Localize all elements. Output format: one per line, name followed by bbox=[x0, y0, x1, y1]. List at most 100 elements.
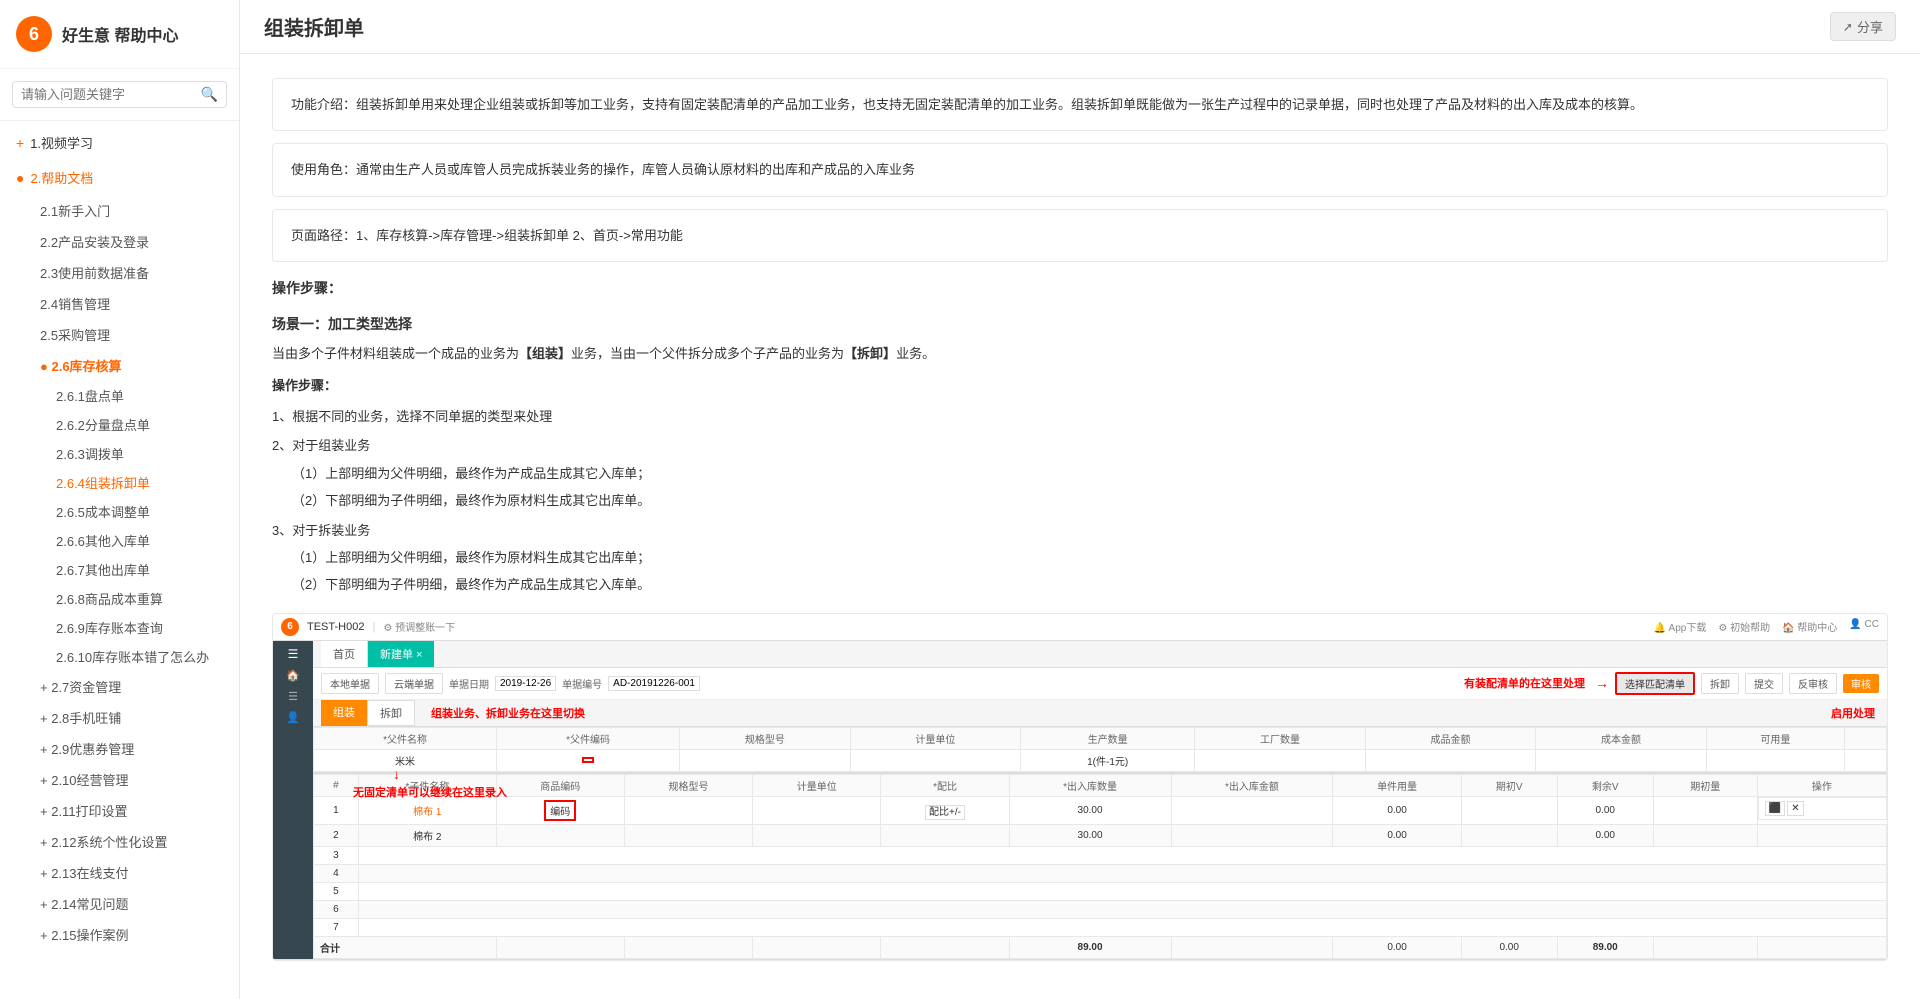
sidebar-item-onlinepay[interactable]: + 2.13在线支付 bbox=[32, 857, 239, 888]
step3-sub1: （1）上部明细为父件明细，最终作为原材料生成其它出库单； bbox=[292, 546, 1888, 569]
lower-row-3: 3 bbox=[314, 846, 1887, 864]
app-home-icon[interactable]: 🏠 bbox=[286, 669, 300, 682]
step2: 2、对于组装业务 （1）上部明细为父件明细，最终作为产成品生成其它入库单； （2… bbox=[272, 434, 1888, 512]
path-block: 页面路径：1、库存核算->库存管理->组装拆卸单 2、首页->常用功能 bbox=[272, 209, 1888, 262]
app-btn-submit[interactable]: 提交 bbox=[1745, 673, 1783, 694]
sidebar-item-costadj[interactable]: 2.6.5成本调整单 bbox=[48, 497, 239, 526]
lower-row-5: 5 bbox=[314, 882, 1887, 900]
app-company: TEST-H002 bbox=[307, 621, 364, 633]
app-store: ⚙ 预调整账一下 bbox=[383, 619, 455, 634]
logo-icon: 6 bbox=[16, 16, 52, 52]
collapse-icon: ● bbox=[16, 170, 24, 186]
sidebar-item-stockcheck[interactable]: 2.6.9库存账本查询 bbox=[48, 613, 239, 642]
intro-block: 功能介绍：组装拆卸单用来处理企业组装或拆卸等加工业务，支持有固定装配清单的产品加… bbox=[272, 78, 1888, 131]
app-sidebar-icons: ☰ 🏠 ☰ 👤 bbox=[273, 641, 313, 959]
lower-copy-btn-1[interactable]: ⬛ bbox=[1765, 801, 1785, 816]
sidebar-item-install[interactable]: 2.2产品安装及登录 bbox=[32, 226, 239, 257]
lower-ratio-input-1[interactable]: 配比+/- bbox=[925, 805, 965, 820]
sidebar-item-purchase[interactable]: 2.5采购管理 bbox=[32, 319, 239, 350]
scenario-desc: 当由多个子件材料组装成一个成品的业务为【组装】业务，当由一个父件拆分成多个子产品… bbox=[272, 342, 1888, 365]
app-list-icon[interactable]: ☰ bbox=[288, 690, 298, 703]
lower-footer: 合计 89.00 0.00 0.00 bbox=[314, 936, 1887, 958]
upper-col-factqty: 工厂数量 bbox=[1195, 727, 1366, 749]
sidebar-item-adjust[interactable]: 2.6.3调拨单 bbox=[48, 439, 239, 468]
app-btn-reverse[interactable]: 反审核 bbox=[1789, 673, 1837, 694]
upper-col-name: *父件名称 bbox=[314, 727, 497, 749]
lower-row-6: 6 bbox=[314, 900, 1887, 918]
step2-sub1: （1）上部明细为父件明细，最终作为产成品生成其它入库单； bbox=[292, 462, 1888, 485]
sidebar-item-bizop[interactable]: + 2.10经营管理 bbox=[32, 764, 239, 795]
app-tab-assemble[interactable]: 组装 bbox=[321, 700, 367, 726]
sidebar-item-finance[interactable]: + 2.7资金管理 bbox=[32, 671, 239, 702]
scenario-title: 场景一：加工类型选择 bbox=[272, 314, 1888, 334]
app-menu-icon[interactable]: ☰ bbox=[288, 647, 299, 661]
sidebar-item-sales[interactable]: 2.4销售管理 bbox=[32, 288, 239, 319]
app-logo-icon: 6 bbox=[281, 618, 299, 636]
steps-list: 1、根据不同的业务，选择不同单据的类型来处理 2、对于组装业务 （1）上部明细为… bbox=[272, 405, 1888, 597]
annotation-arrow-lower: ↓ bbox=[393, 766, 400, 782]
app-upper-table-container: *父件名称 *父件编码 规格型号 计量单位 生产数量 工厂数量 成品金额 成本金… bbox=[313, 727, 1887, 774]
app-lower-table-container: # *子件名称 商品编码 规格型号 计量单位 *配比 *出入库数量 *出入库金额 bbox=[313, 774, 1887, 959]
search-input[interactable] bbox=[21, 87, 201, 102]
sidebar-item-docs[interactable]: ● 2.帮助文档 bbox=[0, 160, 239, 195]
app-doc-tabs: 首页 新建单 × bbox=[313, 641, 1887, 668]
main-content: 组装拆卸单 ➚ 分享 功能介绍：组装拆卸单用来处理企业组装或拆卸等加工业务，支持… bbox=[240, 0, 1920, 999]
app-btn-disassemble[interactable]: 拆卸 bbox=[1701, 673, 1739, 694]
lower-del-btn-1[interactable]: ✕ bbox=[1787, 801, 1803, 816]
sidebar-item-videos[interactable]: + 1.视频学习 bbox=[0, 125, 239, 160]
app-btn-match-bom[interactable]: 选择匹配清单 bbox=[1615, 672, 1695, 695]
sidebar-item-faq[interactable]: + 2.14常见问题 bbox=[32, 888, 239, 919]
upper-code-input[interactable] bbox=[582, 757, 594, 763]
app-form-date[interactable]: 2019-12-26 bbox=[495, 676, 556, 691]
page-title: 组装拆卸单 bbox=[264, 12, 364, 41]
sub-nav-docs: 2.1新手入门 2.2产品安装及登录 2.3使用前数据准备 2.4销售管理 2.… bbox=[0, 195, 239, 950]
sidebar-item-stocktake[interactable]: 2.6.1盘点单 bbox=[48, 381, 239, 410]
app-tab-home[interactable]: 首页 bbox=[321, 641, 368, 667]
app-form-no-label: 单据编号 bbox=[562, 676, 602, 691]
upper-col-avail: 可用量 bbox=[1706, 727, 1844, 749]
app-tab-disassemble[interactable]: 拆卸 bbox=[367, 700, 415, 726]
logo-text: 好生意 帮助中心 bbox=[62, 22, 178, 46]
upper-col-spec: 规格型号 bbox=[680, 727, 851, 749]
sidebar-item-mobile[interactable]: + 2.8手机旺铺 bbox=[32, 702, 239, 733]
nav-section: + 1.视频学习 ● 2.帮助文档 2.1新手入门 2.2产品安装及登录 2.3… bbox=[0, 121, 239, 954]
annotation-arrow-1: → bbox=[1595, 675, 1609, 691]
lower-code-input-1[interactable]: 编码 bbox=[544, 800, 576, 821]
search-icon[interactable]: 🔍 bbox=[201, 86, 218, 103]
app-top-icons: 🔔 App下载⚙ 初始帮助🏠 帮助中心👤 CC bbox=[1654, 619, 1879, 634]
sidebar-item-print[interactable]: + 2.11打印设置 bbox=[32, 795, 239, 826]
sidebar-item-coupon[interactable]: + 2.9优惠券管理 bbox=[32, 733, 239, 764]
sub-sub-nav-inventory: 2.6.1盘点单 2.6.2分量盘点单 2.6.3调拨单 2.6.4组装拆卸单 … bbox=[32, 381, 239, 671]
app-btn-approve[interactable]: 审核 bbox=[1843, 674, 1879, 693]
sidebar-item-goodscost[interactable]: 2.6.8商品成本重算 bbox=[48, 584, 239, 613]
upper-col-unit: 计量单位 bbox=[850, 727, 1021, 749]
sidebar-item-newcomer[interactable]: 2.1新手入门 bbox=[32, 195, 239, 226]
sidebar-item-otherout[interactable]: 2.6.7其他出库单 bbox=[48, 555, 239, 584]
app-btn-localdoc[interactable]: 本地单据 bbox=[321, 673, 379, 694]
annotation-text-5: 无固定清单可以继续在这里录入 bbox=[353, 784, 507, 800]
share-button[interactable]: ➚ 分享 bbox=[1830, 12, 1896, 41]
sidebar-item-sysconfig[interactable]: + 2.12系统个性化设置 bbox=[32, 826, 239, 857]
sidebar-item-otherin[interactable]: 2.6.6其他入库单 bbox=[48, 526, 239, 555]
logo-area: 6 好生意 帮助中心 bbox=[0, 0, 239, 69]
sidebar-item-stockerr[interactable]: 2.6.10库存账本错了怎么办 bbox=[48, 642, 239, 671]
app-titlebar: 6 TEST-H002 | ⚙ 预调整账一下 🔔 App下载⚙ 初始帮助🏠 帮助… bbox=[273, 614, 1887, 641]
sidebar-item-divstock[interactable]: 2.6.2分量盘点单 bbox=[48, 410, 239, 439]
step3-sub2: （2）下部明细为子件明细，最终作为产成品生成其它入库单。 bbox=[292, 573, 1888, 596]
app-tab-newdoc[interactable]: 新建单 × bbox=[368, 641, 434, 667]
app-form-no: AD-20191226-001 bbox=[608, 676, 700, 691]
sidebar-item-assembly[interactable]: 2.6.4组装拆卸单 bbox=[48, 468, 239, 497]
app-navbar: ☰ 🏠 ☰ 👤 首页 新建单 × bbox=[273, 641, 1887, 960]
role-block: 使用角色：通常由生产人员或库管人员完成拆装业务的操作，库管人员确认原材料的出库和… bbox=[272, 143, 1888, 196]
sidebar-item-inventory[interactable]: ● 2.6库存核算 bbox=[32, 350, 239, 381]
share-icon: ➚ bbox=[1843, 20, 1853, 34]
sidebar-item-prepare[interactable]: 2.3使用前数据准备 bbox=[32, 257, 239, 288]
ops-title: 操作步骤： bbox=[272, 278, 1888, 298]
content-area: 功能介绍：组装拆卸单用来处理企业组装或拆卸等加工业务，支持有固定装配清单的产品加… bbox=[240, 54, 1920, 999]
sidebar: 6 好生意 帮助中心 🔍 + 1.视频学习 ● 2.帮助文档 2.1新手入门 2… bbox=[0, 0, 240, 999]
app-lower-table: # *子件名称 商品编码 规格型号 计量单位 *配比 *出入库数量 *出入库金额 bbox=[313, 774, 1887, 959]
sidebar-item-cases[interactable]: + 2.15操作案例 bbox=[32, 919, 239, 950]
app-btn-clouddoc[interactable]: 云端单据 bbox=[385, 673, 443, 694]
upper-col-action bbox=[1845, 727, 1887, 749]
app-user-icon[interactable]: 👤 bbox=[286, 711, 300, 724]
